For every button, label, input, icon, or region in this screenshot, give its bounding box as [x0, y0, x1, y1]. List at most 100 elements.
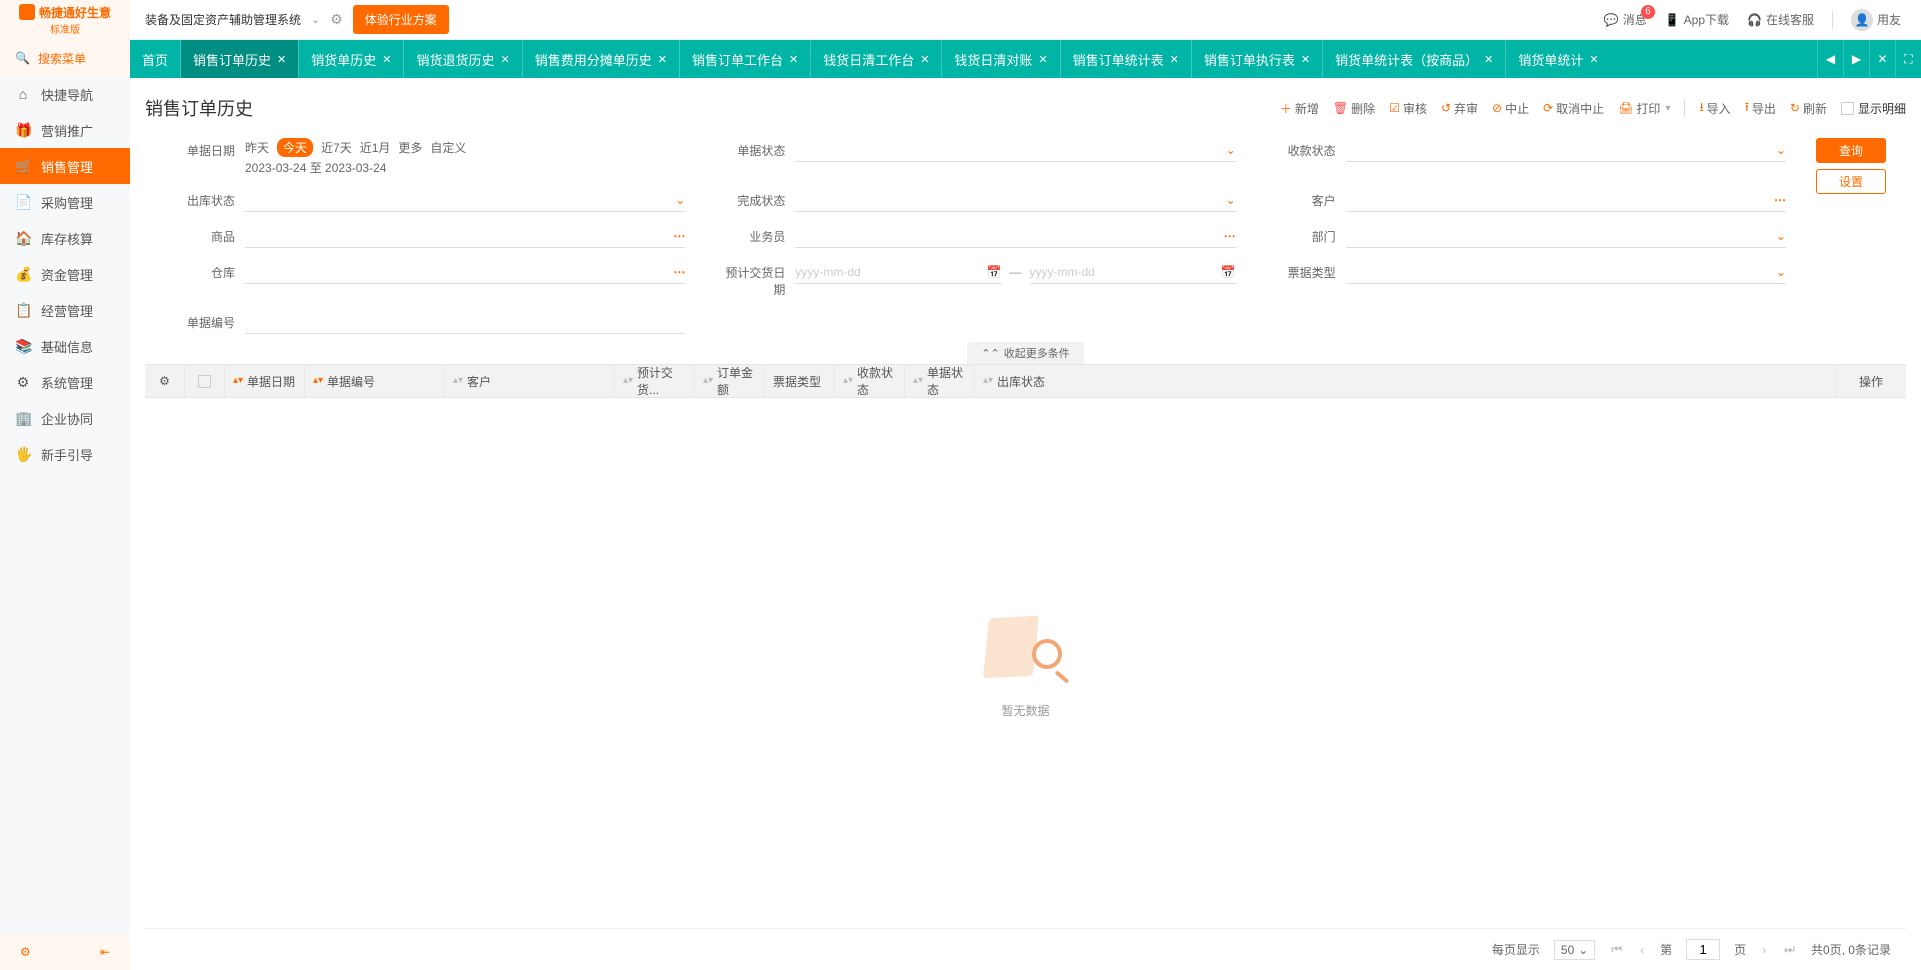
close-icon[interactable]: ✕ — [658, 53, 667, 66]
date-from-input[interactable]: yyyy-mm-dd📅 — [795, 260, 1001, 284]
sidebar-item-6[interactable]: 📋经营管理 — [0, 292, 130, 328]
header-service[interactable]: 🎧 在线客服 — [1747, 11, 1814, 28]
tab-9[interactable]: 销售订单执行表✕ — [1192, 40, 1322, 78]
customer-picker[interactable]: ⋯ — [1346, 188, 1786, 212]
tab-0[interactable]: 首页 — [130, 40, 180, 78]
action-delete[interactable]: 🗑删除 — [1333, 100, 1375, 117]
col-amount[interactable]: ▴▾订单金额 — [695, 365, 765, 397]
pager-last[interactable]: ⏭ — [1782, 942, 1797, 957]
close-icon[interactable]: ✕ — [1038, 53, 1047, 66]
settings-button[interactable]: 设置 — [1816, 169, 1886, 194]
sidebar-item-3[interactable]: 📄采购管理 — [0, 184, 130, 220]
complete-status-select[interactable]: ⌄ — [795, 188, 1235, 212]
action-import[interactable]: ⭳导入 — [1699, 98, 1730, 119]
product-picker[interactable]: ⋯ — [245, 224, 685, 248]
collapse-icon[interactable]: ⇤ — [100, 945, 110, 959]
tab-scroll-right[interactable]: ▶ — [1843, 40, 1869, 78]
close-icon[interactable]: ✕ — [789, 53, 798, 66]
col-no[interactable]: ▴▾单据编号 — [305, 365, 445, 397]
table-settings[interactable]: ⚙ — [145, 365, 185, 397]
tab-10[interactable]: 销货单统计表（按商品）✕ — [1323, 40, 1505, 78]
tab-fullscreen[interactable]: ⛶ — [1895, 40, 1921, 78]
warehouse-picker[interactable]: ⋯ — [245, 260, 685, 284]
salesman-picker[interactable]: ⋯ — [795, 224, 1235, 248]
col-customer[interactable]: ▴▾客户 — [445, 365, 615, 397]
tab-scroll-left[interactable]: ◀ — [1817, 40, 1843, 78]
date-option[interactable]: 更多 — [398, 139, 422, 156]
action-stop[interactable]: ⊘中止 — [1492, 100, 1529, 117]
header-download[interactable]: 📱 App下载 — [1665, 11, 1729, 28]
header-message[interactable]: 💬 消息 6 — [1604, 11, 1647, 28]
doc-status-select[interactable]: ⌄ — [795, 138, 1235, 162]
tab-8[interactable]: 销售订单统计表✕ — [1061, 40, 1191, 78]
col-delivery[interactable]: ▴▾预计交货... — [615, 365, 695, 397]
sidebar-item-10[interactable]: 🖐新手引导 — [0, 436, 130, 472]
action-refresh[interactable]: ↻刷新 — [1790, 100, 1827, 117]
pager-prev[interactable]: ‹ — [1638, 943, 1646, 957]
sidebar-item-7[interactable]: 📚基础信息 — [0, 328, 130, 364]
action-print[interactable]: 🖨打印▾ — [1618, 100, 1670, 117]
department-select[interactable]: ⌄ — [1346, 224, 1786, 248]
tab-2[interactable]: 销货单历史✕ — [299, 40, 403, 78]
system-selector[interactable]: 装备及固定资产辅助管理系统 ⌄ ⚙ — [145, 11, 343, 28]
collapse-filters-button[interactable]: ⌃⌃ 收起更多条件 — [967, 342, 1083, 364]
col-pay[interactable]: ▴▾收款状态 — [835, 365, 905, 397]
tab-1[interactable]: 销售订单历史✕ — [181, 40, 298, 78]
sidebar-item-5[interactable]: 💰资金管理 — [0, 256, 130, 292]
close-icon[interactable]: ✕ — [382, 53, 391, 66]
toggle-detail[interactable]: 显示明细 — [1841, 100, 1906, 117]
sidebar-search[interactable]: 🔍 搜索菜单 — [0, 40, 130, 76]
close-icon[interactable]: ✕ — [920, 53, 929, 66]
select-all[interactable] — [185, 365, 225, 397]
close-icon[interactable]: ✕ — [1589, 53, 1598, 66]
tab-4[interactable]: 销售费用分摊单历史✕ — [523, 40, 679, 78]
pager-next[interactable]: › — [1760, 943, 1768, 957]
date-option[interactable]: 近1月 — [360, 139, 391, 156]
chevron-down-icon[interactable]: ▾ — [1665, 103, 1670, 114]
sidebar-item-2[interactable]: 🛒销售管理 — [0, 148, 130, 184]
close-icon[interactable]: ✕ — [1301, 53, 1310, 66]
chevron-down-icon[interactable]: ⌄ — [311, 13, 320, 26]
doc-no-input[interactable] — [245, 310, 685, 334]
action-abandon[interactable]: ↺弃审 — [1441, 100, 1478, 117]
date-option[interactable]: 今天 — [277, 138, 313, 157]
date-option[interactable]: 自定义 — [430, 139, 466, 156]
close-icon[interactable]: ✕ — [277, 53, 286, 66]
tab-close-all[interactable]: ✕ — [1869, 40, 1895, 78]
invoice-type-select[interactable]: ⌄ — [1346, 260, 1786, 284]
tab-5[interactable]: 销售订单工作台✕ — [680, 40, 810, 78]
sidebar-item-4[interactable]: 🏠库存核算 — [0, 220, 130, 256]
sidebar-item-1[interactable]: 🎁营销推广 — [0, 112, 130, 148]
industry-cta-button[interactable]: 体验行业方案 — [353, 5, 449, 34]
action-new[interactable]: ＋新增 — [1280, 100, 1319, 117]
out-status-select[interactable]: ⌄ — [245, 188, 685, 212]
pager-first[interactable]: ⏮ — [1609, 942, 1624, 957]
sidebar-item-9[interactable]: 🏢企业协同 — [0, 400, 130, 436]
tab-6[interactable]: 钱货日清工作台✕ — [811, 40, 941, 78]
settings-icon[interactable]: ⚙ — [20, 945, 31, 959]
date-option[interactable]: 近7天 — [321, 139, 352, 156]
close-icon[interactable]: ✕ — [1484, 53, 1493, 66]
action-audit[interactable]: ☑审核 — [1389, 100, 1427, 117]
page-size-select[interactable]: 50⌄ — [1554, 940, 1595, 960]
col-invoice[interactable]: 票据类型 — [765, 365, 835, 397]
action-export[interactable]: ⭱导出 — [1745, 98, 1776, 119]
tab-3[interactable]: 销货退货历史✕ — [404, 40, 521, 78]
col-out[interactable]: ▴▾出库状态 — [975, 365, 1836, 397]
header-user[interactable]: 👤 用友 — [1851, 9, 1901, 31]
close-icon[interactable]: ✕ — [501, 53, 510, 66]
date-to-input[interactable]: yyyy-mm-dd📅 — [1030, 260, 1236, 284]
tab-7[interactable]: 钱货日清对账✕ — [942, 40, 1059, 78]
pay-status-select[interactable]: ⌄ — [1346, 138, 1786, 162]
col-date[interactable]: ▴▾单据日期 — [225, 365, 305, 397]
page-number-input[interactable] — [1686, 939, 1720, 960]
action-unstop[interactable]: ⟳取消中止 — [1543, 100, 1604, 117]
sidebar-item-8[interactable]: ⚙系统管理 — [0, 364, 130, 400]
close-icon[interactable]: ✕ — [1170, 53, 1179, 66]
sidebar-item-0[interactable]: ⌂快捷导航 — [0, 76, 130, 112]
date-option[interactable]: 昨天 — [245, 139, 269, 156]
gear-icon[interactable]: ⚙ — [330, 11, 343, 28]
col-docstatus[interactable]: ▴▾单据状态 — [905, 365, 975, 397]
tab-11[interactable]: 销货单统计✕ — [1506, 40, 1610, 78]
query-button[interactable]: 查询 — [1816, 138, 1886, 163]
